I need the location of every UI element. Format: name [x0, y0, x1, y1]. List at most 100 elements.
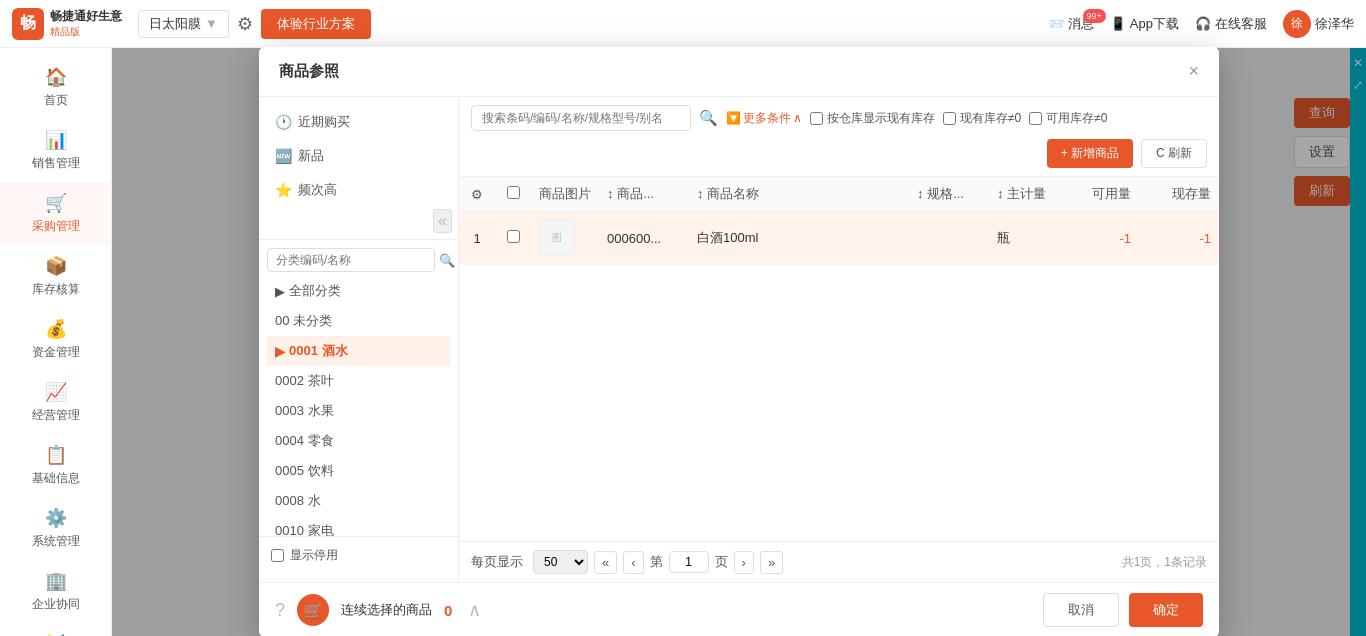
- select-all-checkbox[interactable]: [507, 186, 520, 199]
- sidebar-item-home[interactable]: 🏠 首页: [0, 56, 111, 119]
- cancel-btn[interactable]: 取消: [1043, 593, 1119, 627]
- category-0010[interactable]: 0010 家电: [267, 516, 450, 536]
- sidebar-item-basic-info[interactable]: 📋 基础信息: [0, 434, 111, 497]
- operation-icon: 📈: [45, 381, 67, 403]
- cell-spec: [909, 212, 989, 265]
- frequent-icon: ⭐: [275, 182, 292, 198]
- category-0004[interactable]: 0004 零食: [267, 426, 450, 456]
- modal-close-btn[interactable]: ×: [1188, 61, 1199, 82]
- left-panel: 🕐 近期购买 🆕 新品 ⭐ 频次高 «: [259, 97, 459, 582]
- category-0002[interactable]: 0002 茶叶: [267, 366, 450, 396]
- app-download-btn[interactable]: 📱 App下载: [1110, 15, 1179, 33]
- sidebar-item-enterprise[interactable]: 🏢 企业协同: [0, 560, 111, 623]
- category-0001[interactable]: ▶ 0001 酒水: [267, 336, 450, 366]
- th-check: [495, 177, 531, 212]
- first-page-btn[interactable]: «: [594, 551, 617, 574]
- new-items-icon: 🆕: [275, 148, 292, 164]
- cell-avail: -1: [1059, 212, 1139, 265]
- th-name[interactable]: ↕ 商品名称: [689, 177, 909, 212]
- stock-nonzero-checkbox[interactable]: [943, 112, 956, 125]
- category-search-input[interactable]: [267, 248, 435, 272]
- category-0008[interactable]: 0008 水: [267, 486, 450, 516]
- sales-icon: 📊: [45, 129, 67, 151]
- table-row[interactable]: 1 图 000600... 白酒100ml: [459, 212, 1219, 265]
- modal-body: 🕐 近期购买 🆕 新品 ⭐ 频次高 «: [259, 97, 1219, 582]
- page-number-input[interactable]: [669, 551, 709, 573]
- modal-title: 商品参照: [279, 62, 339, 81]
- next-page-btn[interactable]: ›: [734, 551, 754, 574]
- sidebar-item-guide[interactable]: 🔰 新手引导: [0, 623, 111, 636]
- user-menu[interactable]: 徐 徐泽华: [1283, 10, 1354, 38]
- prev-page-btn[interactable]: ‹: [623, 551, 643, 574]
- add-product-btn[interactable]: + 新增商品: [1047, 139, 1133, 168]
- th-unit[interactable]: ↕ 主计量: [989, 177, 1059, 212]
- content-area: 查询 设置 刷新 ✕ ⤢ 商品参照 × 🕐: [112, 48, 1366, 636]
- modal-header: 商品参照 ×: [259, 47, 1219, 97]
- refresh-btn[interactable]: C 刷新: [1141, 139, 1207, 168]
- cart-btn[interactable]: 🛒: [297, 594, 329, 626]
- product-search-input[interactable]: [471, 105, 691, 131]
- finance-icon: 💰: [45, 318, 67, 340]
- top-nav: 畅 畅捷通好生意 精品版 日太阳膜 ▼ ⚙ 体验行业方案 📨 消息 99+ 📱 …: [0, 0, 1366, 48]
- filter-more-btn[interactable]: 🔽 更多条件 ∧: [726, 110, 802, 127]
- online-service-btn[interactable]: 🎧 在线客服: [1195, 15, 1267, 33]
- page-info: 共1页，1条记录: [1122, 554, 1207, 571]
- right-panel: 🔍 🔽 更多条件 ∧ 按仓库显示现有库存: [459, 97, 1219, 582]
- show-disabled-checkbox[interactable]: [271, 549, 284, 562]
- warehouse-filter-checkbox[interactable]: [810, 112, 823, 125]
- last-page-btn[interactable]: »: [760, 551, 783, 574]
- category-0005[interactable]: 0005 饮料: [267, 456, 450, 486]
- system-icon: ⚙️: [45, 507, 67, 529]
- product-table-area: ⚙ 商品图片 ↕: [459, 177, 1219, 541]
- category-00[interactable]: 00 未分类: [267, 306, 450, 336]
- home-icon: 🏠: [45, 66, 67, 88]
- cell-img: 图: [531, 212, 599, 265]
- th-code[interactable]: ↕ 商品...: [599, 177, 689, 212]
- logo-area: 畅 畅捷通好生意 精品版: [12, 8, 122, 40]
- th-avail: 可用量: [1059, 177, 1139, 212]
- settings-icon[interactable]: ⚙: [237, 13, 253, 35]
- category-search-icon[interactable]: 🔍: [439, 253, 455, 268]
- recent-buy-item[interactable]: 🕐 近期购买: [259, 105, 458, 139]
- table-header: ⚙ 商品图片 ↕: [459, 177, 1219, 212]
- sidebar-item-inventory[interactable]: 📦 库存核算: [0, 245, 111, 308]
- sidebar: 🏠 首页 📊 销售管理 🛒 采购管理 📦 库存核算 💰 资金管理 📈 经营管理 …: [0, 48, 112, 636]
- recent-buy-icon: 🕐: [275, 114, 292, 130]
- cell-check[interactable]: [495, 212, 531, 265]
- th-spec[interactable]: ↕ 规格...: [909, 177, 989, 212]
- avail-nonzero-checkbox[interactable]: [1029, 112, 1042, 125]
- modal-footer: ? 🛒 连续选择的商品 0 ∧ 取消 确定: [259, 582, 1219, 636]
- toolbar-right: + 新增商品 C 刷新: [1047, 139, 1207, 168]
- product-search-icon[interactable]: 🔍: [699, 109, 718, 127]
- warehouse-filter-label[interactable]: 按仓库显示现有库存: [810, 110, 935, 127]
- row-checkbox[interactable]: [507, 230, 520, 243]
- th-stock: 现存量: [1139, 177, 1219, 212]
- avail-nonzero-label[interactable]: 可用库存≠0: [1029, 110, 1107, 127]
- category-list: ▶ 全部分类 00 未分类 ▶ 0001 酒水 0002 茶叶 0: [259, 276, 458, 536]
- category-0003[interactable]: 0003 水果: [267, 396, 450, 426]
- trial-btn[interactable]: 体验行业方案: [261, 9, 371, 39]
- new-items-item[interactable]: 🆕 新品: [259, 139, 458, 173]
- sidebar-item-system[interactable]: ⚙️ 系统管理: [0, 497, 111, 560]
- frequent-item[interactable]: ⭐ 频次高: [259, 173, 458, 207]
- cell-unit: 瓶: [989, 212, 1059, 265]
- sidebar-item-operation[interactable]: 📈 经营管理: [0, 371, 111, 434]
- confirm-btn[interactable]: 确定: [1129, 593, 1203, 627]
- left-panel-collapse-btn[interactable]: «: [433, 209, 452, 233]
- help-icon[interactable]: ?: [275, 600, 285, 621]
- per-page-select[interactable]: 50 20 100: [533, 550, 588, 574]
- th-settings[interactable]: ⚙: [459, 177, 495, 212]
- cell-code: 000600...: [599, 212, 689, 265]
- inventory-icon: 📦: [45, 255, 67, 277]
- stock-nonzero-label[interactable]: 现有库存≠0: [943, 110, 1021, 127]
- category-all[interactable]: ▶ 全部分类: [267, 276, 450, 306]
- cell-name: 白酒100ml: [689, 212, 909, 265]
- logo-text: 畅捷通好生意 精品版: [50, 8, 122, 39]
- sidebar-item-purchase[interactable]: 🛒 采购管理: [0, 182, 111, 245]
- messages-btn[interactable]: 📨 消息 99+: [1048, 15, 1094, 33]
- left-divider: [259, 239, 458, 240]
- sidebar-item-sales[interactable]: 📊 销售管理: [0, 119, 111, 182]
- nav-selector[interactable]: 日太阳膜 ▼: [138, 10, 229, 38]
- footer-collapse-btn[interactable]: ∧: [468, 599, 481, 621]
- sidebar-item-finance[interactable]: 💰 资金管理: [0, 308, 111, 371]
